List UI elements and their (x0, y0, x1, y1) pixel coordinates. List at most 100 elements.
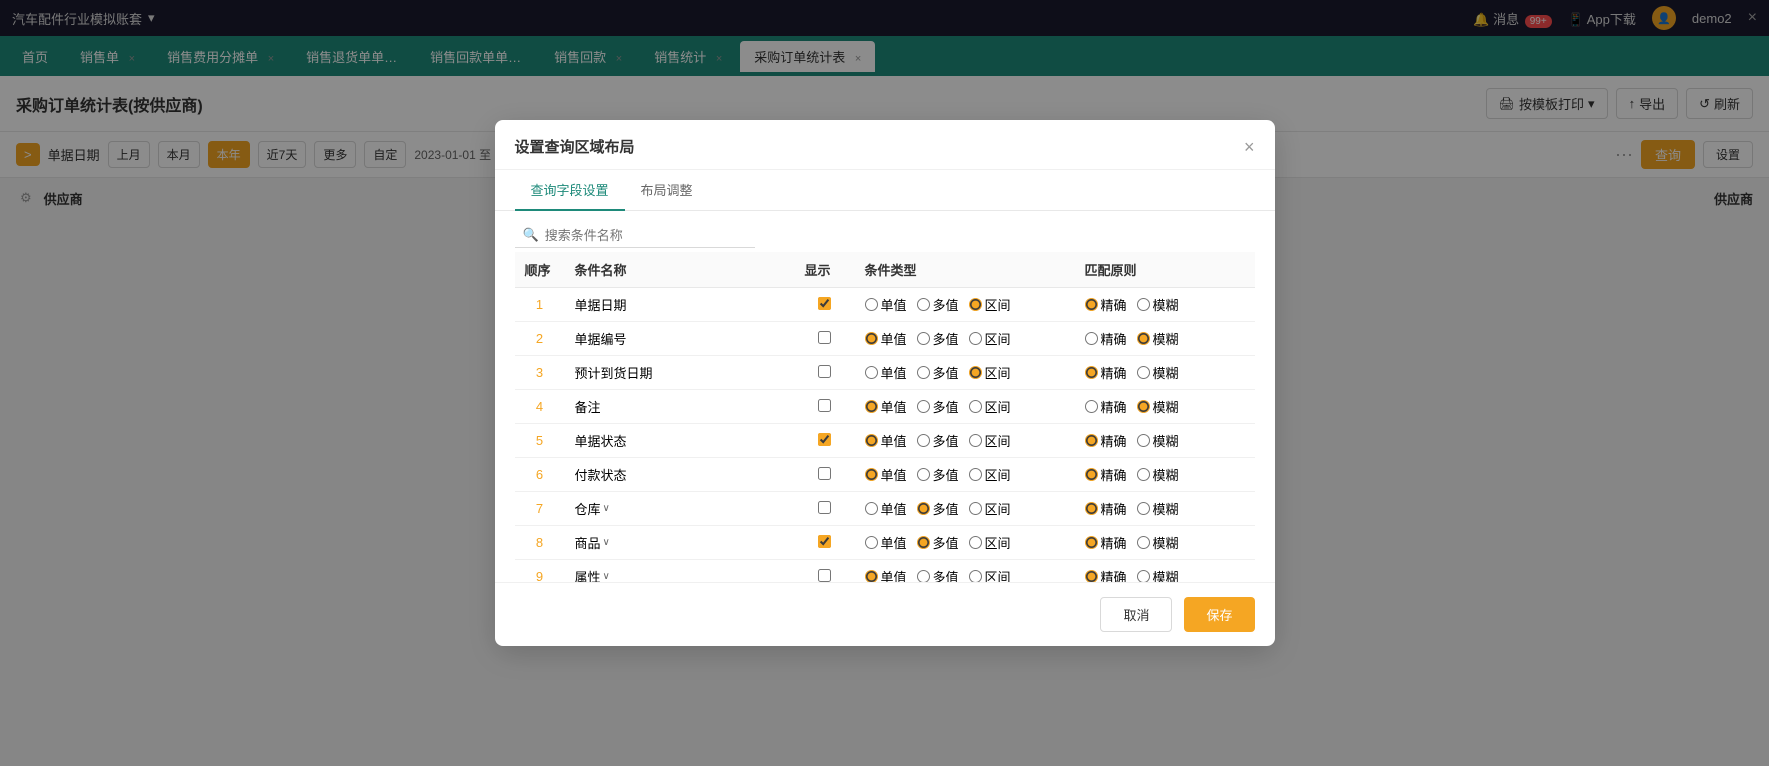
show-checkbox[interactable] (818, 365, 831, 378)
radio-input-single[interactable] (865, 502, 878, 515)
match-radio-exact[interactable]: 精确 (1085, 329, 1127, 348)
type-radio-single[interactable]: 单值 (865, 499, 907, 518)
radio-input-multi[interactable] (917, 570, 930, 582)
radio-input-match-fuzzy[interactable] (1137, 536, 1150, 549)
table-scroll-container[interactable]: 顺序 条件名称 显示 条件类型 匹配原则 1单据日期单值多值区间精确模糊2单据编… (515, 252, 1255, 582)
save-button[interactable]: 保存 (1184, 597, 1254, 632)
type-radio-single[interactable]: 单值 (865, 465, 907, 484)
cell-show[interactable] (795, 526, 855, 560)
tab-query-field-settings[interactable]: 查询字段设置 (515, 170, 625, 211)
radio-input-match-fuzzy[interactable] (1137, 366, 1150, 379)
radio-input-multi[interactable] (917, 332, 930, 345)
match-radio-fuzzy[interactable]: 模糊 (1137, 363, 1179, 382)
type-radio-single[interactable]: 单值 (865, 431, 907, 450)
match-radio-exact[interactable]: 精确 (1085, 363, 1127, 382)
radio-input-match-exact[interactable] (1085, 570, 1098, 582)
radio-input-match-fuzzy[interactable] (1137, 570, 1150, 582)
show-checkbox[interactable] (818, 433, 831, 446)
type-radio-single[interactable]: 单值 (865, 533, 907, 552)
radio-input-single[interactable] (865, 332, 878, 345)
radio-input-single[interactable] (865, 434, 878, 447)
show-checkbox[interactable] (818, 501, 831, 514)
match-radio-fuzzy[interactable]: 模糊 (1137, 533, 1179, 552)
cell-show[interactable] (795, 322, 855, 356)
radio-input-multi[interactable] (917, 536, 930, 549)
dialog-close-button[interactable]: × (1244, 138, 1255, 156)
type-radio-range[interactable]: 区间 (969, 295, 1011, 314)
type-radio-multi[interactable]: 多值 (917, 533, 959, 552)
type-radio-multi[interactable]: 多值 (917, 329, 959, 348)
radio-input-match-exact[interactable] (1085, 400, 1098, 413)
cell-show[interactable] (795, 288, 855, 322)
radio-input-match-fuzzy[interactable] (1137, 468, 1150, 481)
radio-input-range[interactable] (969, 502, 982, 515)
radio-input-single[interactable] (865, 570, 878, 582)
match-radio-exact[interactable]: 精确 (1085, 431, 1127, 450)
radio-input-range[interactable] (969, 400, 982, 413)
type-radio-multi[interactable]: 多值 (917, 295, 959, 314)
type-radio-multi[interactable]: 多值 (917, 397, 959, 416)
type-radio-single[interactable]: 单值 (865, 329, 907, 348)
show-checkbox[interactable] (818, 535, 831, 548)
radio-input-multi[interactable] (917, 298, 930, 311)
match-radio-exact[interactable]: 精确 (1085, 499, 1127, 518)
show-checkbox[interactable] (818, 331, 831, 344)
type-radio-single[interactable]: 单值 (865, 567, 907, 582)
type-radio-range[interactable]: 区间 (969, 533, 1011, 552)
show-checkbox[interactable] (818, 569, 831, 582)
type-radio-single[interactable]: 单值 (865, 397, 907, 416)
radio-input-match-exact[interactable] (1085, 434, 1098, 447)
match-radio-fuzzy[interactable]: 模糊 (1137, 329, 1179, 348)
type-radio-range[interactable]: 区间 (969, 499, 1011, 518)
cell-show[interactable] (795, 424, 855, 458)
radio-input-match-fuzzy[interactable] (1137, 434, 1150, 447)
radio-input-range[interactable] (969, 570, 982, 582)
type-radio-single[interactable]: 单值 (865, 295, 907, 314)
cell-show[interactable] (795, 492, 855, 526)
type-radio-multi[interactable]: 多值 (917, 363, 959, 382)
type-radio-range[interactable]: 区间 (969, 329, 1011, 348)
show-checkbox[interactable] (818, 297, 831, 310)
radio-input-multi[interactable] (917, 468, 930, 481)
radio-input-range[interactable] (969, 366, 982, 379)
type-radio-multi[interactable]: 多值 (917, 465, 959, 484)
radio-input-match-exact[interactable] (1085, 332, 1098, 345)
radio-input-match-exact[interactable] (1085, 502, 1098, 515)
radio-input-match-exact[interactable] (1085, 366, 1098, 379)
match-radio-exact[interactable]: 精确 (1085, 397, 1127, 416)
radio-input-single[interactable] (865, 468, 878, 481)
radio-input-match-fuzzy[interactable] (1137, 502, 1150, 515)
match-radio-exact[interactable]: 精确 (1085, 465, 1127, 484)
radio-input-single[interactable] (865, 400, 878, 413)
match-radio-fuzzy[interactable]: 模糊 (1137, 431, 1179, 450)
cancel-button[interactable]: 取消 (1100, 597, 1172, 632)
type-radio-range[interactable]: 区间 (969, 363, 1011, 382)
radio-input-match-fuzzy[interactable] (1137, 298, 1150, 311)
radio-input-range[interactable] (969, 298, 982, 311)
match-radio-exact[interactable]: 精确 (1085, 295, 1127, 314)
type-radio-range[interactable]: 区间 (969, 567, 1011, 582)
cell-show[interactable] (795, 356, 855, 390)
type-radio-range[interactable]: 区间 (969, 431, 1011, 450)
radio-input-match-fuzzy[interactable] (1137, 400, 1150, 413)
show-checkbox[interactable] (818, 467, 831, 480)
radio-input-range[interactable] (969, 332, 982, 345)
radio-input-range[interactable] (969, 434, 982, 447)
match-radio-fuzzy[interactable]: 模糊 (1137, 465, 1179, 484)
radio-input-single[interactable] (865, 536, 878, 549)
radio-input-single[interactable] (865, 366, 878, 379)
type-radio-multi[interactable]: 多值 (917, 431, 959, 450)
match-radio-fuzzy[interactable]: 模糊 (1137, 397, 1179, 416)
type-radio-multi[interactable]: 多值 (917, 499, 959, 518)
radio-input-match-exact[interactable] (1085, 536, 1098, 549)
tab-layout-adjust[interactable]: 布局调整 (625, 170, 709, 211)
type-radio-single[interactable]: 单值 (865, 363, 907, 382)
match-radio-exact[interactable]: 精确 (1085, 567, 1127, 582)
cell-show[interactable] (795, 458, 855, 492)
radio-input-match-fuzzy[interactable] (1137, 332, 1150, 345)
type-radio-range[interactable]: 区间 (969, 465, 1011, 484)
match-radio-exact[interactable]: 精确 (1085, 533, 1127, 552)
radio-input-multi[interactable] (917, 434, 930, 447)
radio-input-multi[interactable] (917, 400, 930, 413)
radio-input-multi[interactable] (917, 366, 930, 379)
